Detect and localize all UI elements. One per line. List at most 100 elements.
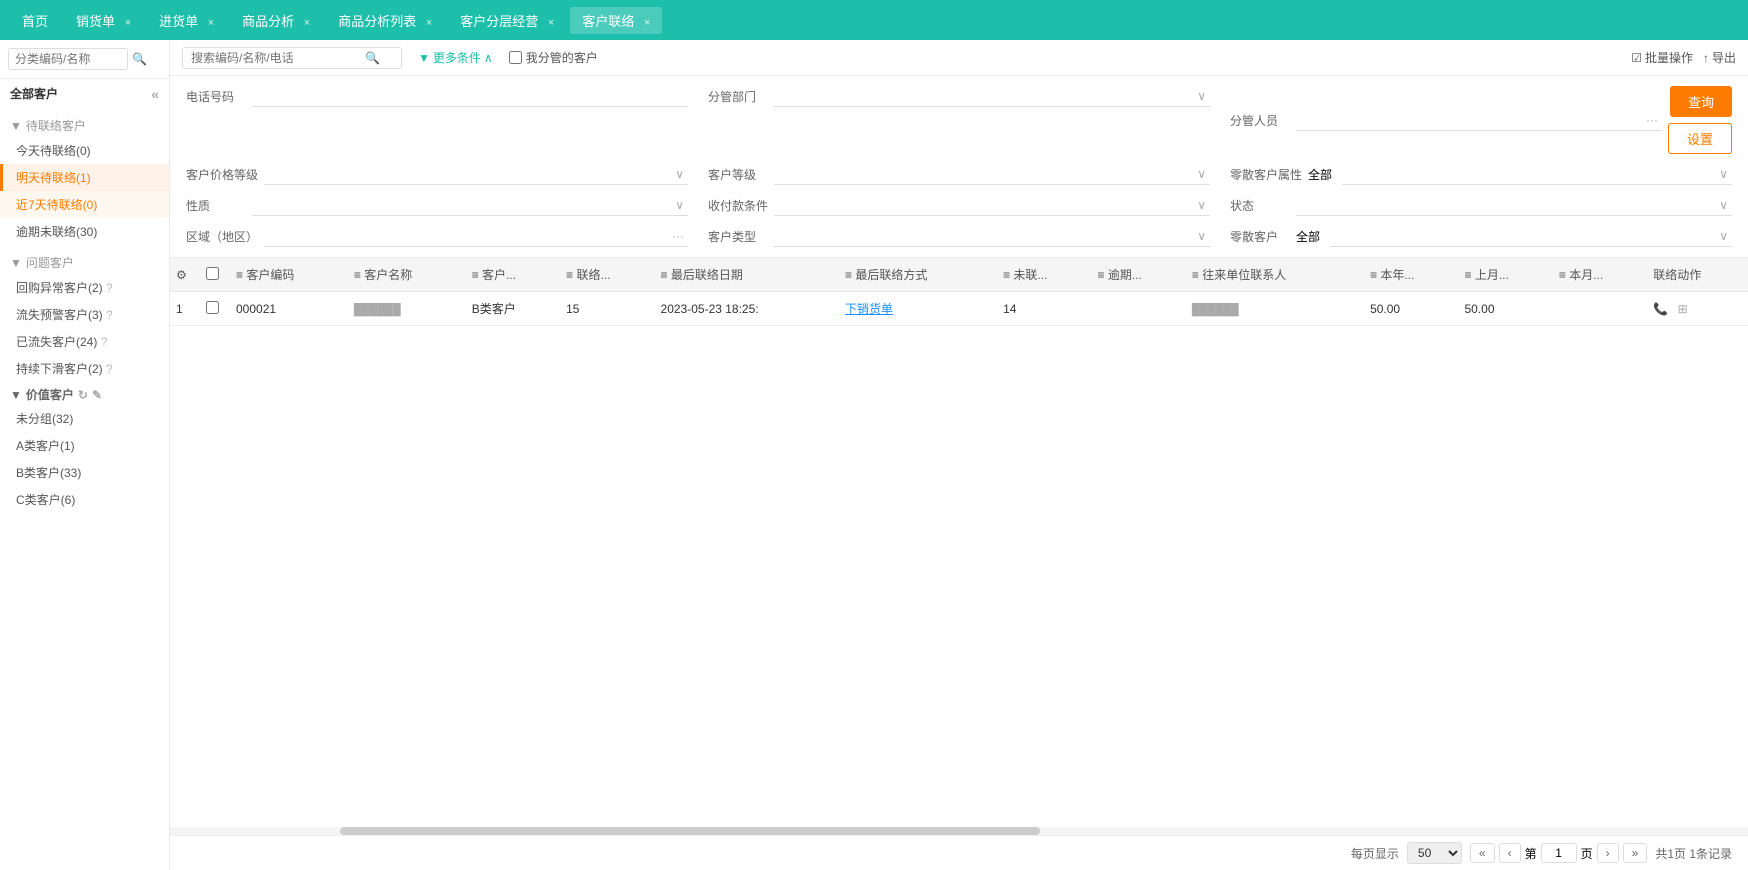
sidebar-item-repurchase-anomaly[interactable]: 回购异常客户(2) ? [0, 274, 169, 301]
filter-retail-customer-select[interactable]: ∨ [1330, 226, 1732, 247]
last-method-link[interactable]: 下销货单 [845, 302, 893, 316]
filter-customer-type-select[interactable]: ∨ [774, 226, 1210, 247]
page-prev-button[interactable]: ‹ [1499, 843, 1521, 863]
filter-phone-input[interactable] [252, 86, 688, 107]
filter-status: 状态 ∨ [1230, 195, 1732, 216]
cell-uncontacted: 14 [997, 292, 1091, 326]
cell-checkbox [200, 292, 230, 326]
filter-customer-grade-label: 客户等级 [708, 166, 768, 183]
nav-sales-order[interactable]: 销货单 × [64, 7, 143, 34]
my-customer-checkbox[interactable] [509, 51, 522, 64]
my-customer-checkbox-area[interactable]: 我分管的客户 [509, 49, 598, 66]
col-this-month-label: ≡ 本月... [1559, 268, 1603, 282]
filter-retail-attr-select[interactable]: ∨ [1342, 164, 1732, 185]
query-button[interactable]: 查询 [1670, 86, 1732, 117]
horizontal-scrollbar-thumb[interactable] [340, 827, 1040, 835]
sidebar-item-churned[interactable]: 已流失客户(24) ? [0, 328, 169, 355]
close-customer-contact-icon[interactable]: × [644, 17, 650, 29]
filter-price-level-select[interactable]: ∨ [264, 164, 688, 185]
sidebar-item-continuous-decline[interactable]: 持续下滑客户(2) ? [0, 355, 169, 382]
value-group-label: 价值客户 [26, 386, 74, 403]
nav-purchase-order[interactable]: 进货单 × [147, 7, 226, 34]
top-navigation: 首页 销货单 × 进货单 × 商品分析 × 商品分析列表 × 客户分层经营 × … [0, 0, 1748, 40]
row-checkbox[interactable] [206, 301, 219, 314]
per-page-select[interactable]: 50 100 [1407, 842, 1462, 864]
nav-home[interactable]: 首页 [10, 7, 60, 34]
cell-contact-count: 15 [560, 292, 654, 326]
nav-customer-contact[interactable]: 客户联络 × [570, 7, 662, 34]
nav-product-analysis[interactable]: 商品分析 × [230, 7, 322, 34]
filter-retail-attr-static: 全部 [1308, 166, 1332, 183]
filter-manager-select[interactable]: ··· [1296, 110, 1662, 131]
value-group-title[interactable]: ▼ 价值客户 ↻ ✎ [0, 382, 169, 405]
filter-customer-type-label: 客户类型 [708, 228, 768, 245]
nav-product-analysis-list[interactable]: 商品分析列表 × [326, 7, 444, 34]
edit-icon[interactable]: ✎ [92, 388, 102, 402]
sidebar-item-b-class[interactable]: B类客户(33) [0, 459, 169, 486]
col-this-month: ≡ 本月... [1553, 258, 1647, 292]
filter-dept-select[interactable]: ∨ [774, 86, 1210, 107]
close-product-analysis-icon[interactable]: × [304, 17, 310, 29]
collapse-sidebar-icon[interactable]: « [151, 86, 159, 102]
sidebar-item-today-pending[interactable]: 今天待联络(0) [0, 137, 169, 164]
my-customer-label: 我分管的客户 [526, 49, 598, 66]
export-button[interactable]: ↑ 导出 [1703, 49, 1736, 66]
filter-nature-label: 性质 [186, 197, 246, 214]
refresh-icon[interactable]: ↻ [78, 388, 88, 402]
filter-payment-terms: 收付款条件 ∨ [708, 195, 1210, 216]
close-purchase-order-icon[interactable]: × [208, 17, 214, 29]
col-this-year: ≡ 本年... [1364, 258, 1458, 292]
sidebar-item-ungrouped[interactable]: 未分组(32) [0, 405, 169, 432]
filter-customer-grade-select[interactable]: ∨ [774, 164, 1210, 185]
search-submit-icon[interactable]: 🔍 [365, 51, 380, 65]
sidebar-search-icon[interactable]: 🔍 [132, 52, 147, 66]
search-box: 🔍 [182, 47, 402, 69]
sidebar-item-7days-pending[interactable]: 近7天待联络(0) [0, 191, 169, 218]
col-action-label: 联络动作 [1653, 268, 1701, 282]
action-more-icon[interactable]: ⊞ [1678, 302, 1688, 316]
total-records-label: 共1页 1条记录 [1655, 845, 1732, 862]
more-filter-button[interactable]: ▼ 更多条件 ∧ [410, 46, 501, 69]
batch-operation-button[interactable]: ☑ 批量操作 [1631, 49, 1693, 66]
sidebar-item-overdue-pending[interactable]: 逾期未联络(30) [0, 218, 169, 245]
nav-customer-stratification[interactable]: 客户分层经营 × [448, 7, 566, 34]
sidebar-item-churn-warning[interactable]: 流失预警客户(3) ? [0, 301, 169, 328]
filter-nature-select[interactable]: ∨ [252, 195, 688, 216]
col-customer-type: ≡ 客户... [466, 258, 560, 292]
problem-group-label: 问题客户 [26, 254, 74, 271]
close-product-analysis-list-icon[interactable]: × [426, 17, 432, 29]
data-table-area: ⚙ ≡ 客户编码 ≡ 客户名称 ≡ 客户... [170, 258, 1748, 827]
filter-status-select[interactable]: ∨ [1296, 195, 1732, 216]
select-all-checkbox[interactable] [206, 267, 219, 280]
page-first-button[interactable]: « [1470, 843, 1495, 863]
cell-type: B类客户 [466, 292, 560, 326]
close-customer-stratification-icon[interactable]: × [548, 17, 554, 29]
col-last-contact-method-label: ≡ 最后联络方式 [845, 268, 927, 282]
action-phone-icon[interactable]: 📞 [1653, 302, 1668, 316]
filter-payment-terms-select[interactable]: ∨ [774, 195, 1210, 216]
sidebar-item-a-class[interactable]: A类客户(1) [0, 432, 169, 459]
filter-dept-arrow-icon: ∨ [1197, 89, 1206, 103]
export-icon: ↑ [1703, 51, 1709, 65]
search-input[interactable] [191, 51, 361, 65]
col-last-month-label: ≡ 上月... [1464, 268, 1508, 282]
page-last-button[interactable]: » [1623, 843, 1648, 863]
filter-region-select[interactable]: ··· [264, 226, 688, 247]
page-next-button[interactable]: › [1597, 843, 1619, 863]
col-last-contact-date-label: ≡ 最后联络日期 [661, 268, 743, 282]
sidebar-item-c-class[interactable]: C类客户(6) [0, 486, 169, 513]
col-customer-code: ≡ 客户编码 [230, 258, 348, 292]
batch-op-label: 批量操作 [1645, 49, 1693, 66]
all-customers-header[interactable]: 全部客户 « [0, 79, 169, 108]
close-sales-order-icon[interactable]: × [125, 17, 131, 29]
page-number-input[interactable] [1541, 843, 1577, 863]
table-row: 1 000021 ██████ B类客户 15 2023-05-23 18:25… [170, 292, 1748, 326]
settings-button[interactable]: 设置 [1668, 123, 1732, 154]
filter-price-level: 客户价格等级 ∨ [186, 164, 688, 185]
sidebar-item-tomorrow-pending[interactable]: 明天待联络(1) [0, 164, 169, 191]
problem-group-title: ▼ 问题客户 [0, 249, 169, 274]
filter-retail-attr: 零散客户属性 全部 ∨ [1230, 164, 1732, 185]
col-gear-icon[interactable]: ⚙ [176, 268, 187, 282]
col-customer-name: ≡ 客户名称 [348, 258, 466, 292]
sidebar-search-input[interactable] [8, 48, 128, 70]
